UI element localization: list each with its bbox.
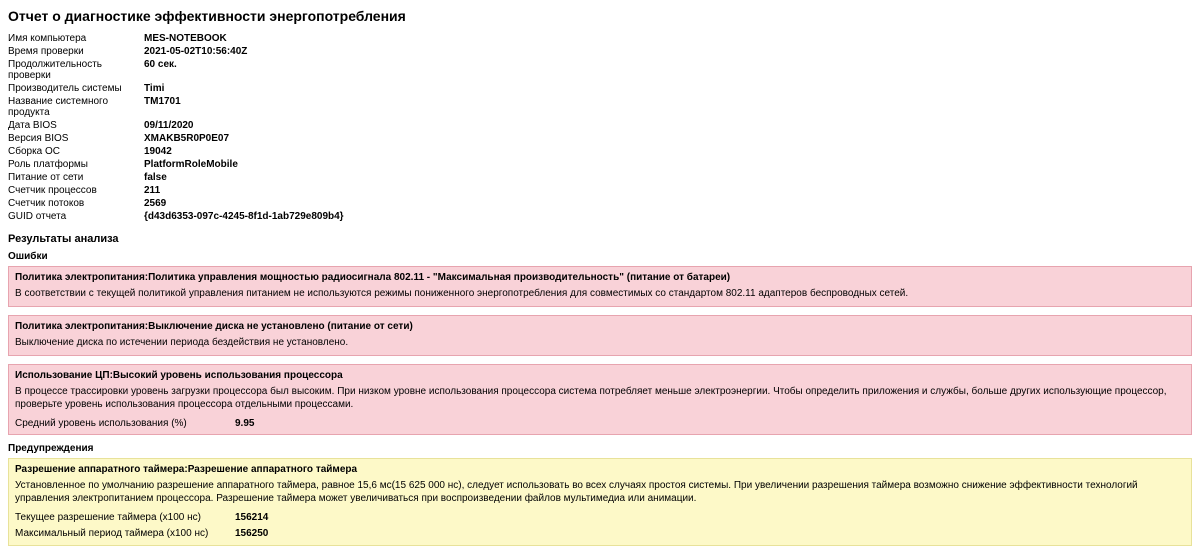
warning-metric-label: Текущее разрешение таймера (x100 нс) xyxy=(15,511,235,525)
system-info-row: Версия BIOSXMAKB5R0P0E07 xyxy=(8,132,344,145)
system-info-label: Продолжительность проверки xyxy=(8,58,144,82)
warning-metric-value: 156214 xyxy=(235,512,268,523)
system-info-row: Дата BIOS09/11/2020 xyxy=(8,119,344,132)
system-info-value: {d43d6353-097c-4245-8f1d-1ab729e809b4} xyxy=(144,210,344,223)
error-description: В процессе трассировки уровень загрузки … xyxy=(15,385,1185,412)
error-description: Выключение диска по истечении периода бе… xyxy=(15,336,1185,350)
report-title: Отчет о диагностике эффективности энерго… xyxy=(8,8,1192,24)
system-info-value: 19042 xyxy=(144,145,344,158)
error-metric-value: 9.95 xyxy=(235,418,254,429)
error-block: Использование ЦП:Высокий уровень использ… xyxy=(8,364,1192,435)
system-info-value: TM1701 xyxy=(144,95,344,119)
system-info-label: Время проверки xyxy=(8,45,144,58)
system-info-label: GUID отчета xyxy=(8,210,144,223)
system-info-value: XMAKB5R0P0E07 xyxy=(144,132,344,145)
warning-metric-value: 156250 xyxy=(235,528,268,539)
system-info-row: Время проверки2021-05-02T10:56:40Z xyxy=(8,45,344,58)
error-title: Политика электропитания:Выключение диска… xyxy=(15,320,1185,334)
error-metric-label: Средний уровень использования (%) xyxy=(15,417,235,431)
system-info-value: 09/11/2020 xyxy=(144,119,344,132)
warning-block: Разрешение аппаратного таймера:Разрешени… xyxy=(8,458,1192,546)
system-info-row: Счетчик потоков2569 xyxy=(8,197,344,210)
error-metric-row: Средний уровень использования (%)9.95 xyxy=(15,414,1185,431)
analysis-heading: Результаты анализа xyxy=(8,233,1192,245)
system-info-row: Продолжительность проверки60 сек. xyxy=(8,58,344,82)
system-info-label: Дата BIOS xyxy=(8,119,144,132)
warning-metric-row: Максимальный период таймера (x100 нс)156… xyxy=(15,524,1185,541)
system-info-label: Сборка ОС xyxy=(8,145,144,158)
warnings-heading: Предупреждения xyxy=(8,443,1192,454)
system-info-value: Timi xyxy=(144,82,344,95)
system-info-label: Название системного продукта xyxy=(8,95,144,119)
system-info-label: Счетчик потоков xyxy=(8,197,144,210)
system-info-table: Имя компьютераMES-NOTEBOOKВремя проверки… xyxy=(8,32,344,223)
system-info-value: false xyxy=(144,171,344,184)
system-info-row: Счетчик процессов211 xyxy=(8,184,344,197)
system-info-label: Роль платформы xyxy=(8,158,144,171)
system-info-value: 2021-05-02T10:56:40Z xyxy=(144,45,344,58)
system-info-row: Роль платформыPlatformRoleMobile xyxy=(8,158,344,171)
error-title: Политика электропитания:Политика управле… xyxy=(15,271,1185,285)
system-info-value: 60 сек. xyxy=(144,58,344,82)
warning-title: Разрешение аппаратного таймера:Разрешени… xyxy=(15,463,1185,477)
system-info-label: Питание от сети xyxy=(8,171,144,184)
system-info-value: 2569 xyxy=(144,197,344,210)
warning-description: Установленное по умолчанию разрешение ап… xyxy=(15,479,1185,506)
error-description: В соответствии с текущей политикой управ… xyxy=(15,287,1185,301)
system-info-value: PlatformRoleMobile xyxy=(144,158,344,171)
system-info-row: Название системного продуктаTM1701 xyxy=(8,95,344,119)
error-block: Политика электропитания:Выключение диска… xyxy=(8,315,1192,356)
system-info-row: Имя компьютераMES-NOTEBOOK xyxy=(8,32,344,45)
system-info-row: GUID отчета{d43d6353-097c-4245-8f1d-1ab7… xyxy=(8,210,344,223)
system-info-label: Версия BIOS xyxy=(8,132,144,145)
error-block: Политика электропитания:Политика управле… xyxy=(8,266,1192,307)
errors-heading: Ошибки xyxy=(8,251,1192,262)
system-info-row: Питание от сетиfalse xyxy=(8,171,344,184)
system-info-row: Производитель системыTimi xyxy=(8,82,344,95)
warning-metric-label: Максимальный период таймера (x100 нс) xyxy=(15,527,235,541)
system-info-label: Счетчик процессов xyxy=(8,184,144,197)
system-info-row: Сборка ОС19042 xyxy=(8,145,344,158)
system-info-label: Производитель системы xyxy=(8,82,144,95)
system-info-label: Имя компьютера xyxy=(8,32,144,45)
warning-metric-row: Текущее разрешение таймера (x100 нс)1562… xyxy=(15,508,1185,525)
system-info-value: 211 xyxy=(144,184,344,197)
system-info-value: MES-NOTEBOOK xyxy=(144,32,344,45)
error-title: Использование ЦП:Высокий уровень использ… xyxy=(15,369,1185,383)
